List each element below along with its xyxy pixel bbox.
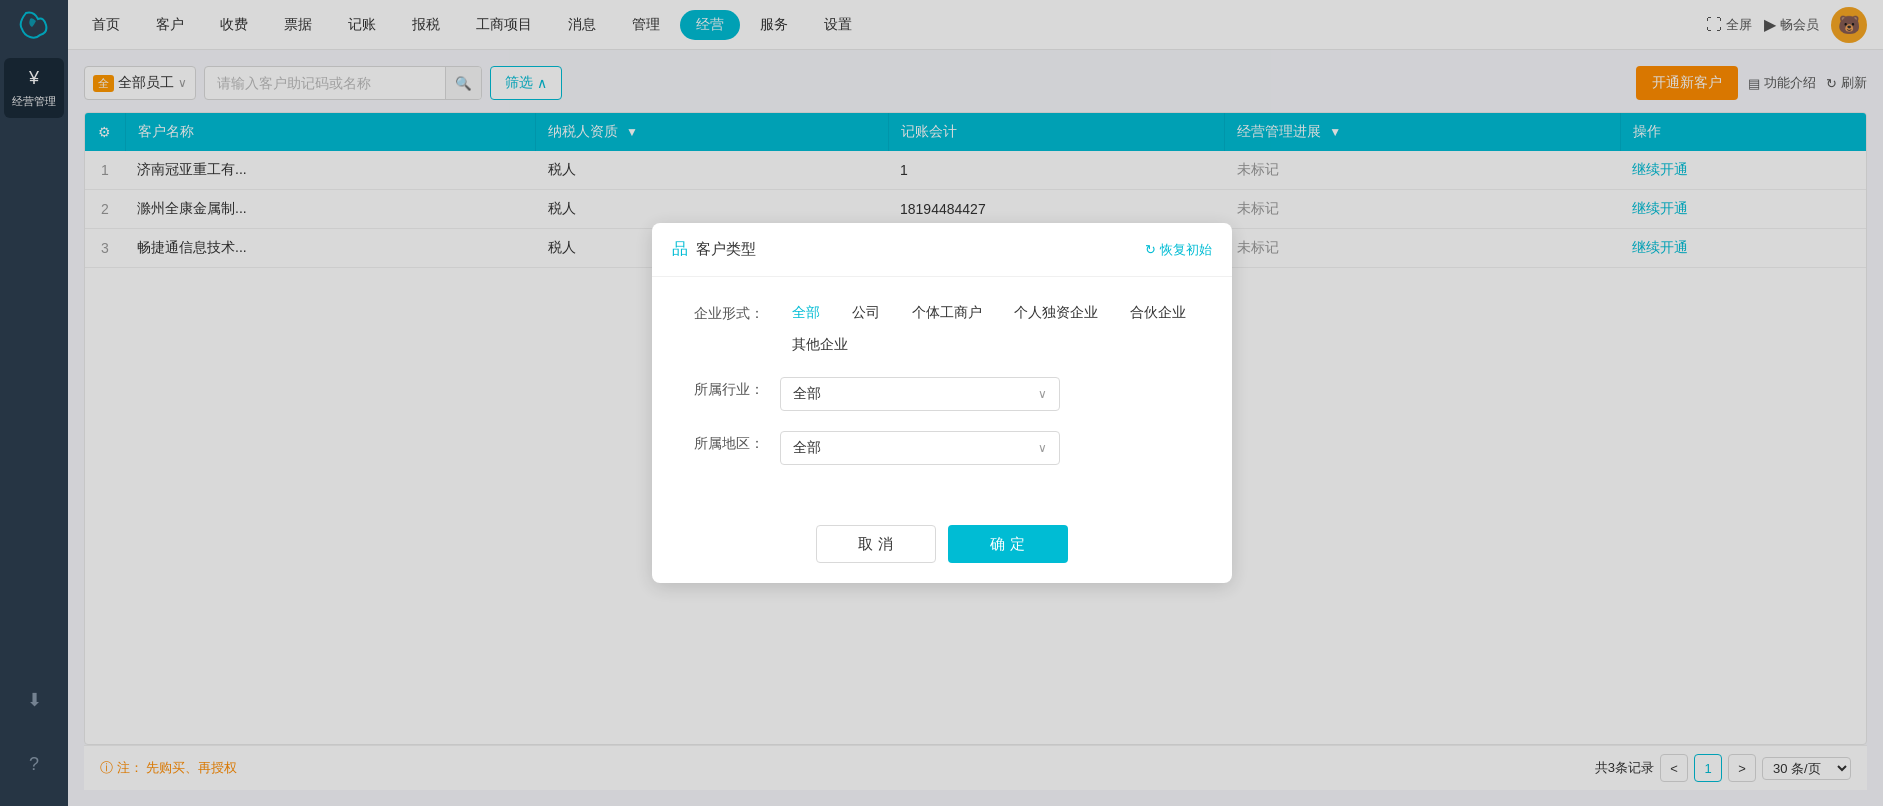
region-select[interactable]: 全部 ∨: [780, 431, 1060, 465]
enterprise-option-company[interactable]: 公司: [840, 301, 892, 325]
confirm-button[interactable]: 确 定: [948, 525, 1068, 563]
reset-label: 恢复初始: [1160, 241, 1212, 259]
modal-reset-button[interactable]: ↻ 恢复初始: [1145, 241, 1212, 259]
enterprise-option-other[interactable]: 其他企业: [780, 333, 860, 357]
cancel-button[interactable]: 取 消: [816, 525, 936, 563]
modal-title-text: 客户类型: [696, 240, 756, 259]
enterprise-option-individual[interactable]: 个体工商户: [900, 301, 994, 325]
industry-select-value: 全部: [793, 385, 821, 403]
enterprise-option-partnership[interactable]: 合伙企业: [1118, 301, 1198, 325]
enterprise-option-all[interactable]: 全部: [780, 301, 832, 325]
modal-title: 品 客户类型: [672, 239, 756, 260]
industry-value: 全部 ∨: [780, 377, 1200, 411]
enterprise-form-label: 企业形式：: [684, 301, 764, 323]
modal-overlay[interactable]: 品 客户类型 ↻ 恢复初始 企业形式： 全部 公司 个体工商户 个人独资企业 合…: [0, 0, 1883, 806]
industry-select[interactable]: 全部 ∨: [780, 377, 1060, 411]
modal-footer: 取 消 确 定: [652, 509, 1232, 583]
modal-title-icon: 品: [672, 239, 688, 260]
filter-modal: 品 客户类型 ↻ 恢复初始 企业形式： 全部 公司 个体工商户 个人独资企业 合…: [652, 223, 1232, 583]
region-form-row: 所属地区： 全部 ∨: [684, 431, 1200, 465]
enterprise-form-row: 企业形式： 全部 公司 个体工商户 个人独资企业 合伙企业 其他企业: [684, 301, 1200, 357]
region-label: 所属地区：: [684, 431, 764, 453]
enterprise-option-sole[interactable]: 个人独资企业: [1002, 301, 1110, 325]
industry-select-arrow-icon: ∨: [1038, 387, 1047, 401]
industry-form-row: 所属行业： 全部 ∨: [684, 377, 1200, 411]
reset-icon: ↻: [1145, 242, 1156, 257]
modal-header: 品 客户类型 ↻ 恢复初始: [652, 223, 1232, 277]
region-select-arrow-icon: ∨: [1038, 441, 1047, 455]
industry-label: 所属行业：: [684, 377, 764, 399]
region-value: 全部 ∨: [780, 431, 1200, 465]
region-select-value: 全部: [793, 439, 821, 457]
enterprise-form-value: 全部 公司 个体工商户 个人独资企业 合伙企业 其他企业: [780, 301, 1200, 357]
modal-body: 企业形式： 全部 公司 个体工商户 个人独资企业 合伙企业 其他企业 所属行业：…: [652, 277, 1232, 509]
